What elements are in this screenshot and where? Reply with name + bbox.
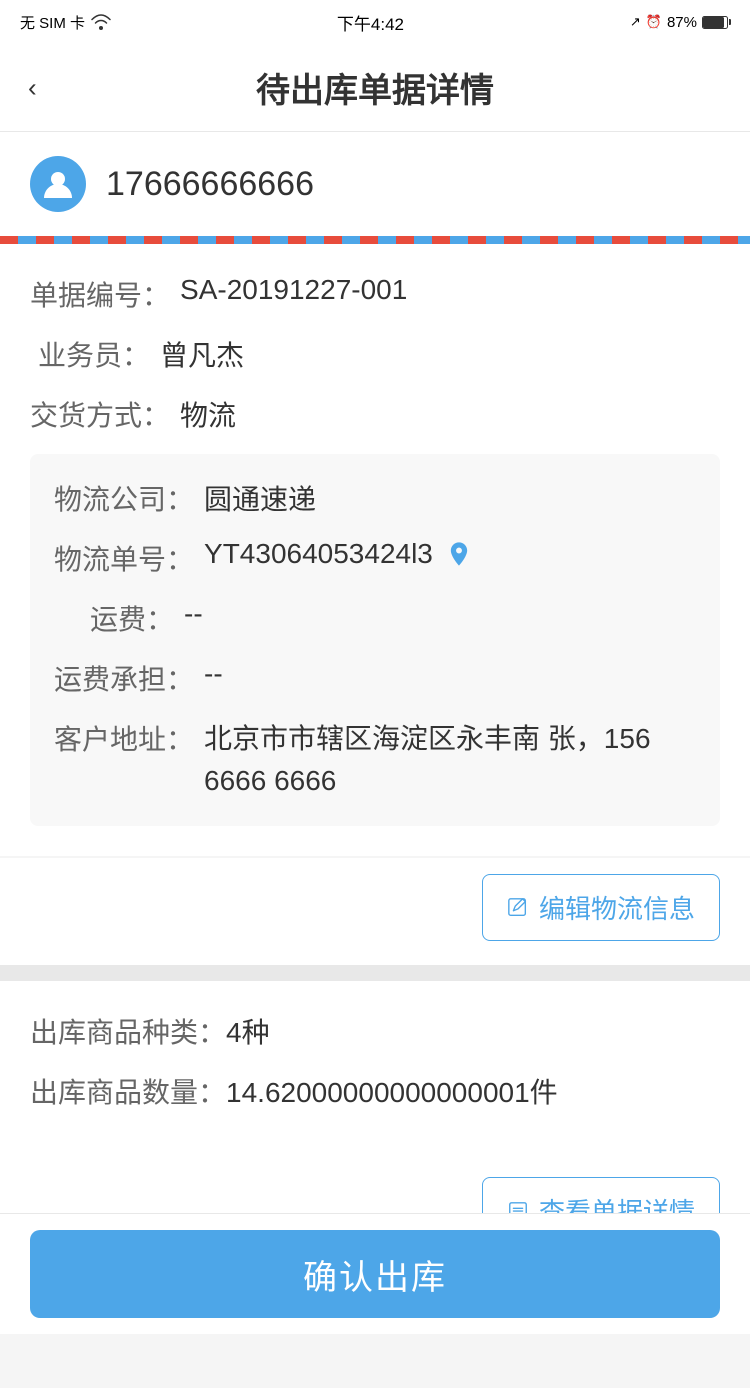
status-left: 无 SIM 卡 <box>20 12 111 33</box>
battery-percent: 87% <box>667 14 697 31</box>
logistics-card: 物流公司： 圆通速递 物流单号： YT43064053424l3 运费： -- … <box>30 454 720 826</box>
status-bar: 无 SIM 卡 下午4:42 ↗ ⏰ 87% <box>0 0 750 44</box>
order-number-row: 单据编号： SA-20191227-001 <box>30 274 720 314</box>
tracking-value: YT43064053424l3 <box>204 538 696 570</box>
goods-types-row: 出库商品种类： 4种 <box>30 1011 720 1051</box>
sim-text: 无 SIM 卡 <box>20 12 85 33</box>
location-status-icon: ↗ <box>630 14 641 30</box>
status-time: 下午4:42 <box>337 10 404 35</box>
goods-types-value: 4种 <box>226 1011 270 1051</box>
order-number-label: 单据编号： <box>30 274 180 314</box>
tracking-location-icon[interactable] <box>445 540 473 568</box>
salesman-row: 业务员： 曾凡杰 <box>30 334 720 374</box>
wifi-icon <box>91 14 111 30</box>
customer-phone: 17666666666 <box>106 165 314 204</box>
address-value: 北京市市辖区海淀区永丰南 张，156 6666 6666 <box>204 718 696 802</box>
freight-bear-value: -- <box>204 658 696 690</box>
delivery-row: 交货方式： 物流 <box>30 394 720 434</box>
address-label: 客户地址： <box>54 718 204 758</box>
customer-section: 17666666666 <box>0 132 750 236</box>
edit-logistics-label: 编辑物流信息 <box>539 889 695 926</box>
alarm-icon: ⏰ <box>646 14 662 30</box>
user-icon <box>40 166 76 202</box>
freight-label: 运费： <box>54 598 184 638</box>
goods-types-label: 出库商品种类： <box>30 1011 226 1051</box>
goods-qty-row: 出库商品数量： 14.62000000000000001件 <box>30 1071 720 1111</box>
delivery-value: 物流 <box>180 394 720 434</box>
confirm-button[interactable]: 确认出库 <box>30 1230 720 1318</box>
edit-logistics-button[interactable]: 编辑物流信息 <box>482 874 720 941</box>
tracking-number: YT43064053424l3 <box>204 538 433 570</box>
freight-bear-row: 运费承担： -- <box>54 658 696 698</box>
goods-qty-value: 14.62000000000000001件 <box>226 1071 558 1111</box>
freight-value: -- <box>184 598 696 630</box>
avatar <box>30 156 86 212</box>
order-info-section: 单据编号： SA-20191227-001 业务员： 曾凡杰 交货方式： 物流 … <box>0 244 750 856</box>
freight-row: 运费： -- <box>54 598 696 638</box>
logistics-company-label: 物流公司： <box>54 478 204 518</box>
freight-bear-label: 运费承担： <box>54 658 204 698</box>
salesman-label: 业务员： <box>30 334 160 374</box>
logistics-company-row: 物流公司： 圆通速递 <box>54 478 696 518</box>
tracking-label: 物流单号： <box>54 538 204 578</box>
salesman-value: 曾凡杰 <box>160 334 720 374</box>
edit-icon <box>507 897 529 919</box>
dashed-divider <box>0 236 750 244</box>
battery-icon <box>702 16 730 29</box>
tracking-row: 物流单号： YT43064053424l3 <box>54 538 696 578</box>
address-row: 客户地址： 北京市市辖区海淀区永丰南 张，156 6666 6666 <box>54 718 696 802</box>
bottom-bar: 确认出库 <box>0 1213 750 1334</box>
goods-qty-label: 出库商品数量： <box>30 1071 226 1111</box>
delivery-label: 交货方式： <box>30 394 180 434</box>
nav-bar: ‹ 待出库单据详情 <box>0 44 750 132</box>
status-right: ↗ ⏰ 87% <box>630 14 730 31</box>
edit-logistics-section: 编辑物流信息 <box>0 858 750 965</box>
logistics-company-value: 圆通速递 <box>204 478 696 518</box>
order-number-value: SA-20191227-001 <box>180 274 720 306</box>
goods-section: 出库商品种类： 4种 出库商品数量： 14.62000000000000001件 <box>0 981 750 1161</box>
section-separator <box>0 965 750 981</box>
back-button[interactable]: ‹ <box>28 72 37 103</box>
page-title: 待出库单据详情 <box>256 63 494 112</box>
